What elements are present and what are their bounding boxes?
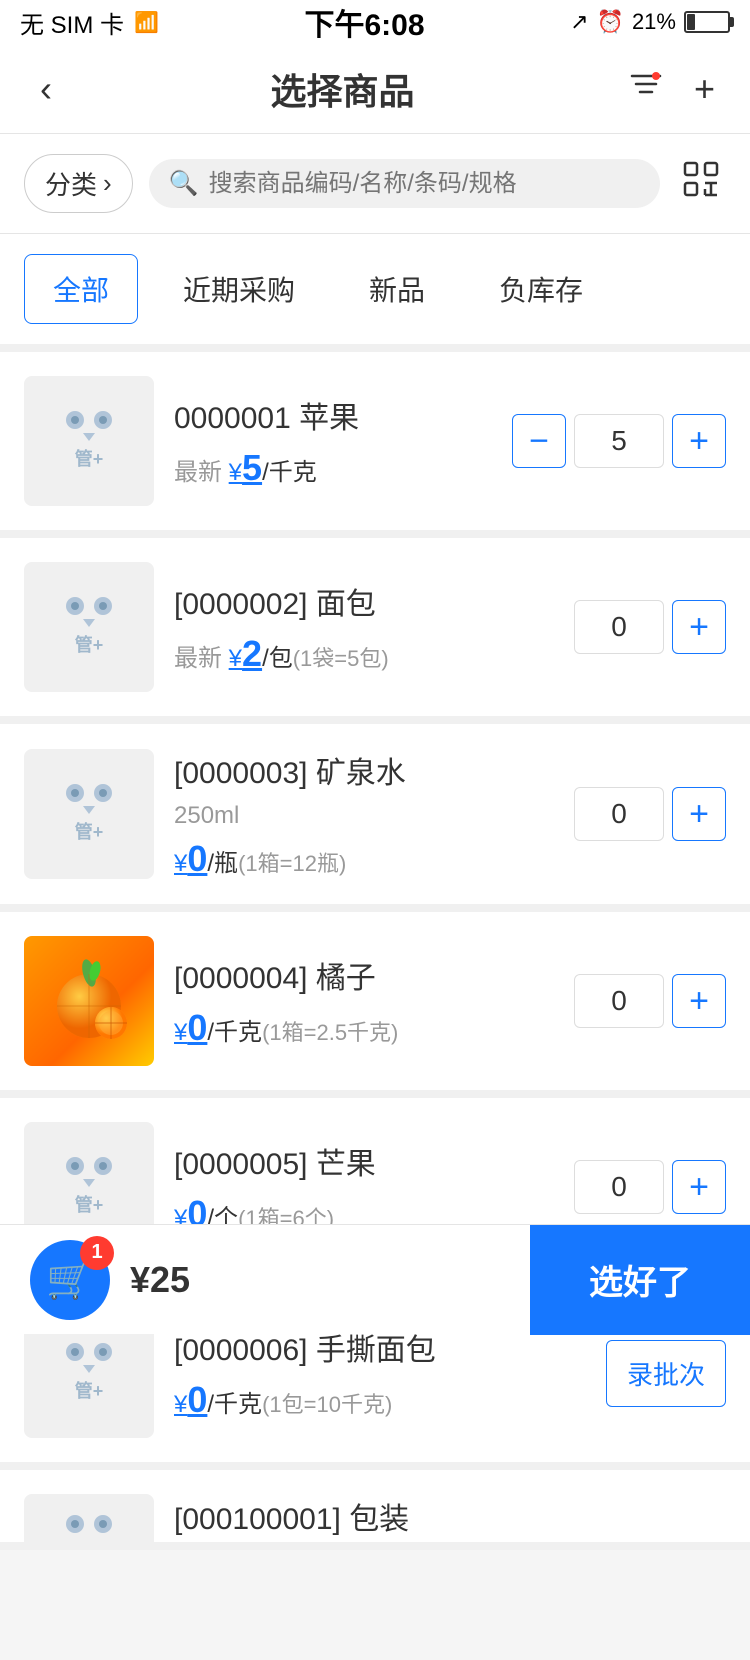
increase-button[interactable]: + <box>672 600 726 654</box>
add-icon[interactable]: + <box>689 63 720 115</box>
search-bar: 🔍 <box>149 159 660 208</box>
tab-row: 全部 近期采购 新品 负库存 <box>0 234 750 352</box>
list-item: [0000004] 橘子 ¥0/千克(1箱=2.5千克) + <box>0 912 750 1098</box>
quantity-control: + <box>574 787 726 841</box>
product-price: ¥0/瓶(1箱=12瓶) <box>174 838 554 880</box>
status-right: ↗ ⏰ 21% <box>570 9 730 35</box>
product-info: [0000006] 手撕面包 ¥0/千克(1包=10千克) <box>174 1325 586 1421</box>
wifi-icon: 📶 <box>134 10 159 35</box>
alarm-icon: ⏰ <box>597 9 624 35</box>
increase-button[interactable]: + <box>672 787 726 841</box>
list-item: 管+ 0000001 苹果 最新 ¥5/千克 − + <box>0 352 750 538</box>
list-item: 管+ [0000002] 面包 最新 ¥2/包(1袋=5包) + <box>0 538 750 724</box>
quantity-control: + <box>574 600 726 654</box>
owl-logo <box>66 1515 112 1533</box>
list-item: 管+ [0000003] 矿泉水 250ml ¥0/瓶(1箱=12瓶) + <box>0 724 750 912</box>
location-icon: ↗ <box>570 9 588 35</box>
category-label: 分类 <box>45 165 97 202</box>
product-info: [0000002] 面包 最新 ¥2/包(1袋=5包) <box>174 579 554 675</box>
confirm-button[interactable]: 选好了 <box>530 1225 750 1335</box>
scan-icon[interactable] <box>676 154 726 213</box>
carrier-text: 无 SIM 卡 <box>20 5 124 40</box>
tab-recent[interactable]: 近期采购 <box>154 254 324 324</box>
increase-button[interactable]: + <box>672 414 726 468</box>
product-thumbnail: 管+ <box>24 749 154 879</box>
owl-logo: 管+ <box>66 1157 112 1217</box>
list-item: [000100001] 包装 <box>0 1470 750 1550</box>
category-button[interactable]: 分类 › <box>24 154 133 213</box>
battery-percent: 21% <box>632 9 676 35</box>
product-price: ¥0/千克(1包=10千克) <box>174 1379 586 1421</box>
batch-button[interactable]: 录批次 <box>606 1340 726 1407</box>
product-name: [0000005] 芒果 <box>174 1139 554 1183</box>
owl-logo: 管+ <box>66 411 112 471</box>
status-left: 无 SIM 卡 📶 <box>20 5 159 40</box>
cart-section: 🛒 1 ¥25 <box>0 1240 530 1320</box>
increase-button[interactable]: + <box>672 974 726 1028</box>
battery-icon <box>684 11 730 33</box>
product-price: ¥0/千克(1箱=2.5千克) <box>174 1007 554 1049</box>
increase-button[interactable]: + <box>672 1160 726 1214</box>
product-info: [000100001] 包装 <box>174 1494 726 1548</box>
owl-logo: 管+ <box>66 784 112 844</box>
status-time: 下午6:08 <box>304 0 424 44</box>
filter-icon[interactable] <box>623 61 669 116</box>
product-thumbnail <box>24 1494 154 1550</box>
product-name: [0000004] 橘子 <box>174 953 554 997</box>
product-list: 管+ 0000001 苹果 最新 ¥5/千克 − + <box>0 352 750 1550</box>
nav-bar: ‹ 选择商品 + <box>0 44 750 134</box>
product-info: [0000004] 橘子 ¥0/千克(1箱=2.5千克) <box>174 953 554 1049</box>
product-info: 0000001 苹果 最新 ¥5/千克 <box>174 393 492 489</box>
product-thumbnail: 管+ <box>24 376 154 506</box>
product-name: [0000003] 矿泉水 <box>174 748 554 792</box>
owl-logo: 管+ <box>66 597 112 657</box>
decrease-button[interactable]: − <box>512 414 566 468</box>
cart-badge: 1 <box>80 1236 114 1270</box>
product-price: 最新 ¥2/包(1袋=5包) <box>174 633 554 675</box>
product-info: [0000005] 芒果 ¥0/个(1箱=6个) <box>174 1139 554 1235</box>
status-bar: 无 SIM 卡 📶 下午6:08 ↗ ⏰ 21% <box>0 0 750 44</box>
product-name: 0000001 苹果 <box>174 393 492 437</box>
product-price: 最新 ¥5/千克 <box>174 447 492 489</box>
quantity-input[interactable] <box>574 787 664 841</box>
quantity-control: − + <box>512 414 726 468</box>
product-name: [0000002] 面包 <box>174 579 554 623</box>
search-icon: 🔍 <box>169 169 199 198</box>
tab-all[interactable]: 全部 <box>24 254 138 324</box>
nav-actions: + <box>623 61 720 116</box>
search-input[interactable] <box>209 170 640 198</box>
quantity-control: + <box>574 1160 726 1214</box>
quantity-input[interactable] <box>574 974 664 1028</box>
owl-logo: 管+ <box>66 1343 112 1403</box>
bottom-bar: 🛒 1 ¥25 选好了 <box>0 1224 750 1334</box>
tab-negative-stock[interactable]: 负库存 <box>470 254 612 324</box>
quantity-control: + <box>574 974 726 1028</box>
tab-new[interactable]: 新品 <box>340 254 454 324</box>
product-thumbnail: 管+ <box>24 562 154 692</box>
product-thumbnail <box>24 936 154 1066</box>
cart-icon-button[interactable]: 🛒 1 <box>30 1240 110 1320</box>
quantity-input[interactable] <box>574 414 664 468</box>
cart-total: ¥25 <box>130 1259 190 1301</box>
product-spec: 250ml <box>174 802 554 830</box>
quantity-input[interactable] <box>574 600 664 654</box>
quantity-input[interactable] <box>574 1160 664 1214</box>
back-button[interactable]: ‹ <box>30 58 62 120</box>
product-name: [000100001] 包装 <box>174 1494 726 1538</box>
toolbar: 分类 › 🔍 <box>0 134 750 234</box>
page-title: 选择商品 <box>270 63 414 115</box>
category-arrow-icon: › <box>103 168 112 199</box>
product-info: [0000003] 矿泉水 250ml ¥0/瓶(1箱=12瓶) <box>174 748 554 880</box>
quantity-control: 录批次 <box>606 1340 726 1407</box>
